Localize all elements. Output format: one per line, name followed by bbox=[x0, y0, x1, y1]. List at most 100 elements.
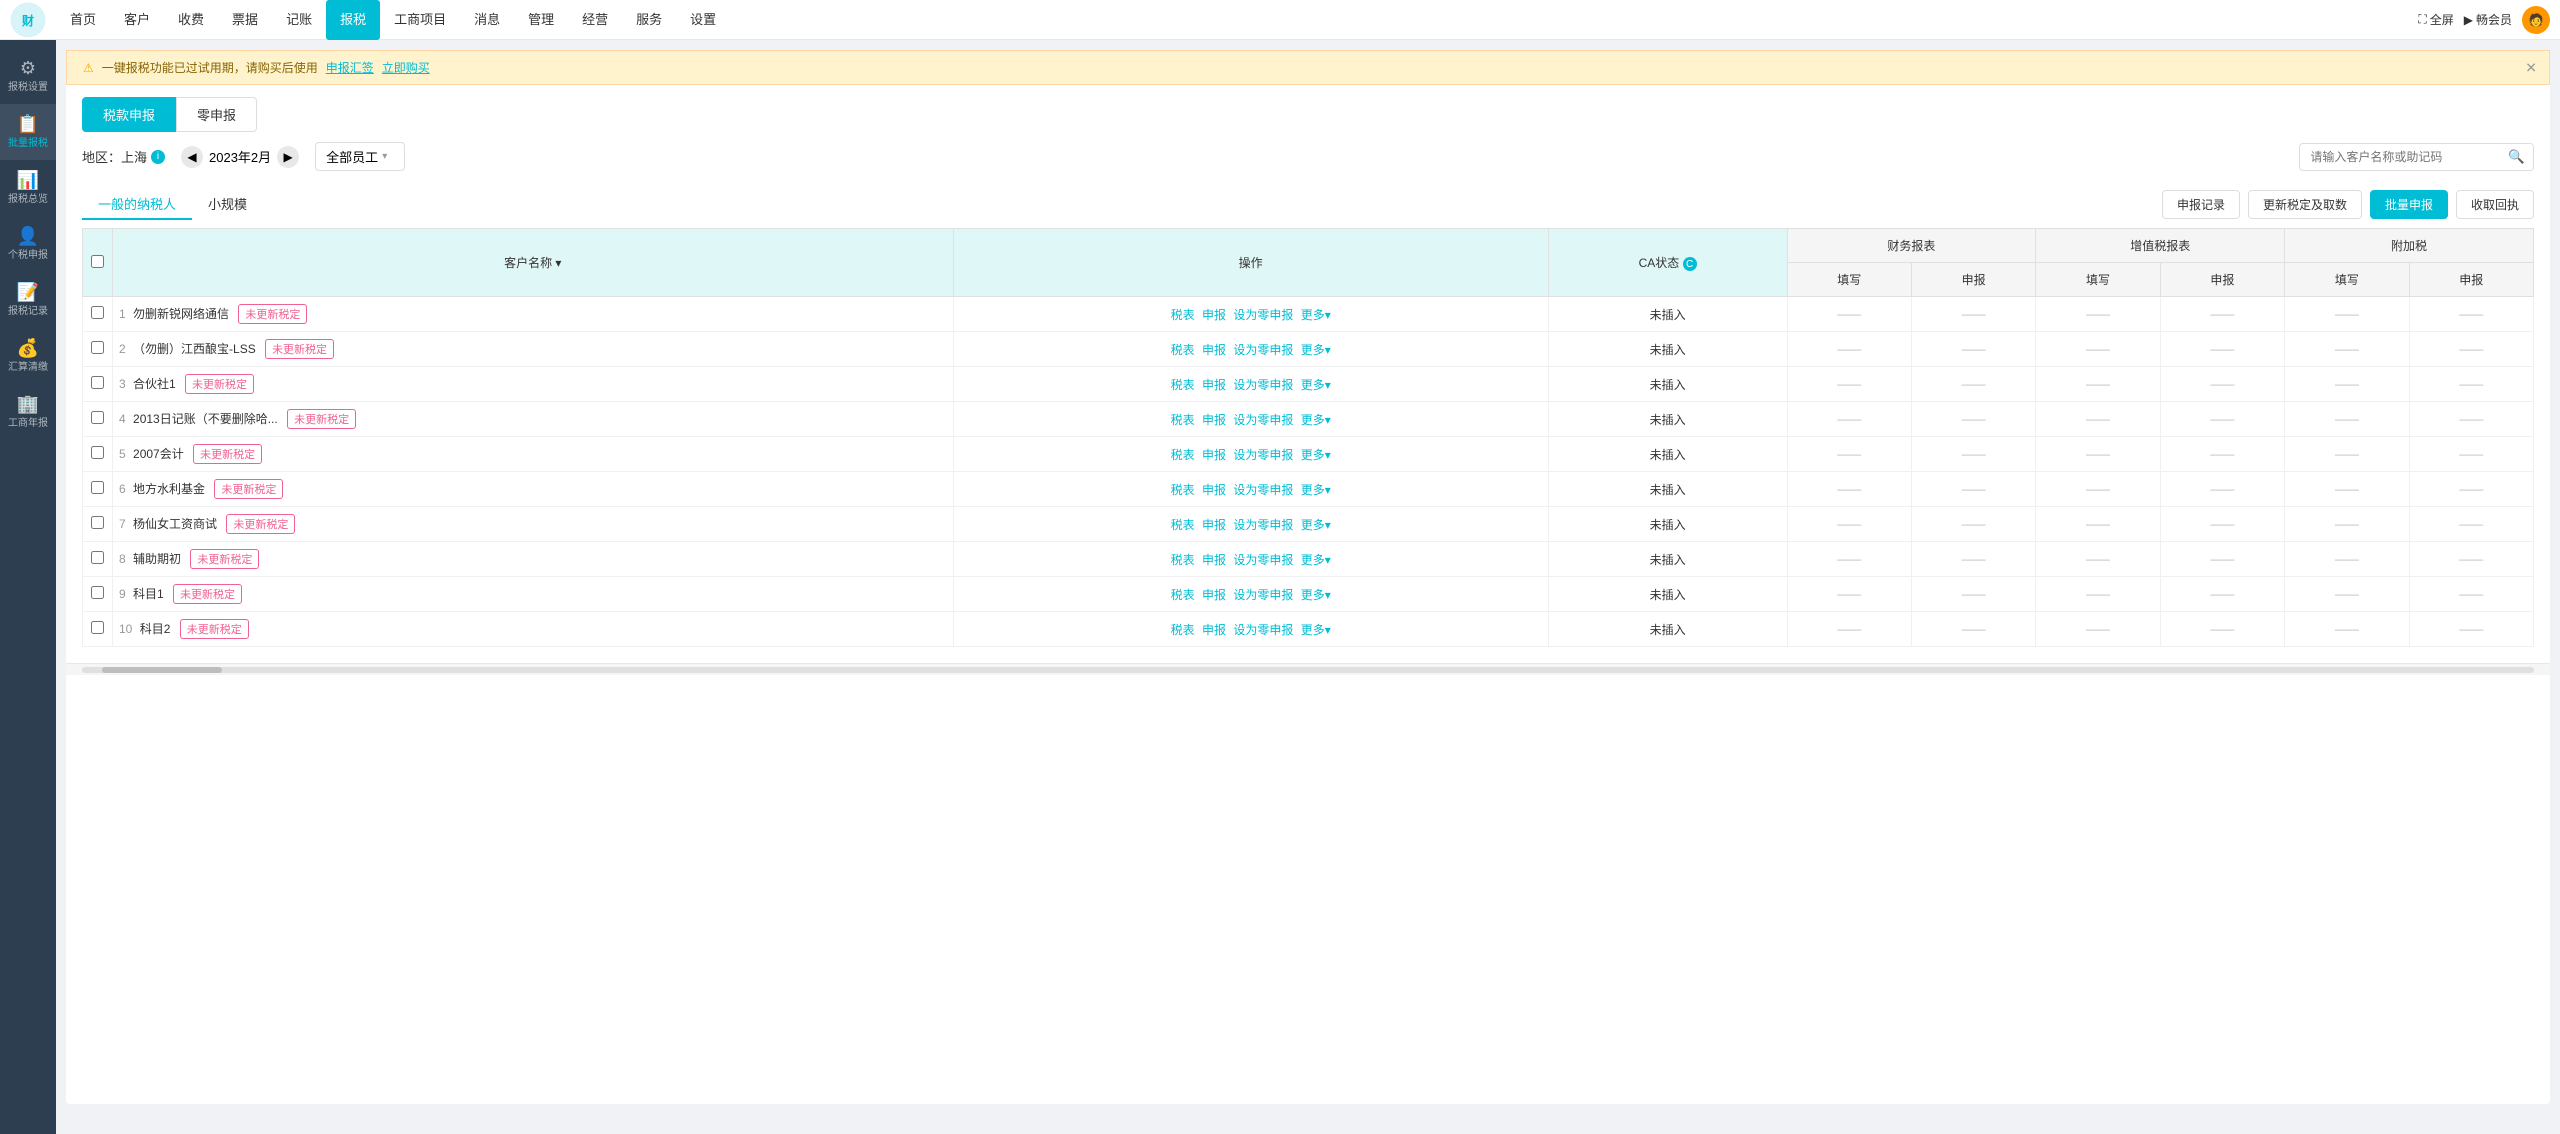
banner-close-button[interactable]: ✕ bbox=[2525, 59, 2537, 76]
main-tab-bar: 税款申报 零申报 bbox=[66, 85, 2550, 132]
sidebar-item-tax-overview[interactable]: 📊 报税总览 bbox=[0, 160, 56, 216]
nav-item-message[interactable]: 消息 bbox=[460, 0, 514, 40]
nav-item-operation[interactable]: 经营 bbox=[568, 0, 622, 40]
row-op-declare[interactable]: 申报 bbox=[1202, 518, 1226, 532]
nav-item-home[interactable]: 首页 bbox=[56, 0, 110, 40]
location-info-icon[interactable]: i bbox=[151, 150, 165, 164]
location-filter[interactable]: 地区：上海 i bbox=[82, 147, 165, 166]
employee-filter[interactable]: 全部员工 ▾ bbox=[315, 142, 405, 171]
row-op-tax-table[interactable]: 税表 bbox=[1171, 553, 1195, 567]
row-checkbox-9[interactable] bbox=[91, 621, 104, 634]
sidebar-item-batch-tax[interactable]: 📋 批量报税 bbox=[0, 104, 56, 160]
nav-item-business[interactable]: 工商项目 bbox=[380, 0, 460, 40]
date-prev-button[interactable]: ◀ bbox=[181, 146, 203, 168]
row-op-more[interactable]: 更多▾ bbox=[1301, 448, 1331, 462]
row-op-declare[interactable]: 申报 bbox=[1202, 623, 1226, 637]
row-op-tax-table[interactable]: 税表 bbox=[1171, 518, 1195, 532]
banner-buy-link[interactable]: 立即购买 bbox=[382, 59, 430, 76]
row-op-zero-declare[interactable]: 设为零申报 bbox=[1233, 413, 1293, 427]
tab-zero-declare[interactable]: 零申报 bbox=[176, 97, 257, 132]
update-tax-button[interactable]: 更新税定及取数 bbox=[2248, 190, 2362, 219]
row-checkbox-2[interactable] bbox=[91, 376, 104, 389]
row-op-declare[interactable]: 申报 bbox=[1202, 413, 1226, 427]
search-button[interactable]: 🔍 bbox=[2500, 144, 2533, 170]
sidebar-item-personal-tax[interactable]: 👤 个税申报 bbox=[0, 216, 56, 272]
row-op-zero-declare[interactable]: 设为零申报 bbox=[1233, 518, 1293, 532]
row-checkbox-0[interactable] bbox=[91, 306, 104, 319]
logo-icon[interactable]: 财 bbox=[10, 2, 46, 38]
row-op-tax-table[interactable]: 税表 bbox=[1171, 413, 1195, 427]
select-all-checkbox[interactable] bbox=[91, 255, 104, 268]
nav-item-manage[interactable]: 管理 bbox=[514, 0, 568, 40]
row-op-tax-table[interactable]: 税表 bbox=[1171, 378, 1195, 392]
batch-declare-button[interactable]: 批量申报 bbox=[2370, 190, 2448, 219]
row-op-zero-declare[interactable]: 设为零申报 bbox=[1233, 343, 1293, 357]
sidebar-item-tax-settings[interactable]: ⚙ 报税设置 bbox=[0, 48, 56, 104]
sidebar-item-tax-record[interactable]: 📝 报税记录 bbox=[0, 272, 56, 328]
row-op-declare[interactable]: 申报 bbox=[1202, 343, 1226, 357]
row-op-declare[interactable]: 申报 bbox=[1202, 553, 1226, 567]
sidebar-item-annual-settlement[interactable]: 💰 汇算清缴 bbox=[0, 328, 56, 384]
client-table: 客户名称 ▾ 操作 CA状态 C 财务报表 增值税报表 附加税 填写 申报 填写… bbox=[82, 228, 2534, 647]
nav-item-client[interactable]: 客户 bbox=[110, 0, 164, 40]
row-op-more[interactable]: 更多▾ bbox=[1301, 378, 1331, 392]
scroll-thumb[interactable] bbox=[102, 667, 222, 673]
row-op-zero-declare[interactable]: 设为零申报 bbox=[1233, 308, 1293, 322]
avatar[interactable]: 🧑 bbox=[2522, 6, 2550, 34]
row-op-declare[interactable]: 申报 bbox=[1202, 588, 1226, 602]
row-op-more[interactable]: 更多▾ bbox=[1301, 308, 1331, 322]
sidebar-item-annual-report[interactable]: 🏢 工商年报 bbox=[0, 384, 56, 440]
row-op-zero-declare[interactable]: 设为零申报 bbox=[1233, 553, 1293, 567]
row-op-tax-table[interactable]: 税表 bbox=[1171, 343, 1195, 357]
row-checkbox-7[interactable] bbox=[91, 551, 104, 564]
row-op-zero-declare[interactable]: 设为零申报 bbox=[1233, 588, 1293, 602]
row-op-more[interactable]: 更多▾ bbox=[1301, 413, 1331, 427]
collect-return-button[interactable]: 收取回执 bbox=[2456, 190, 2534, 219]
ca-info-icon[interactable]: C bbox=[1683, 257, 1697, 271]
row-checkbox-4[interactable] bbox=[91, 446, 104, 459]
banner-apply-link[interactable]: 申报汇签 bbox=[326, 59, 374, 76]
nav-item-service[interactable]: 服务 bbox=[622, 0, 676, 40]
row-op-tax-table[interactable]: 税表 bbox=[1171, 308, 1195, 322]
nav-item-billing[interactable]: 收费 bbox=[164, 0, 218, 40]
row-tax-fill: —— bbox=[2036, 577, 2160, 612]
row-checkbox-8[interactable] bbox=[91, 586, 104, 599]
sub-tab-small-scale[interactable]: 小规模 bbox=[192, 189, 263, 220]
row-op-more[interactable]: 更多▾ bbox=[1301, 518, 1331, 532]
nav-item-invoice[interactable]: 票据 bbox=[218, 0, 272, 40]
fullscreen-button[interactable]: ⛶ 全屏 bbox=[2418, 11, 2453, 28]
row-op-zero-declare[interactable]: 设为零申报 bbox=[1233, 378, 1293, 392]
row-op-more[interactable]: 更多▾ bbox=[1301, 553, 1331, 567]
row-checkbox-3[interactable] bbox=[91, 411, 104, 424]
row-op-zero-declare[interactable]: 设为零申报 bbox=[1233, 448, 1293, 462]
row-op-tax-table[interactable]: 税表 bbox=[1171, 448, 1195, 462]
search-input[interactable] bbox=[2300, 145, 2500, 169]
row-op-more[interactable]: 更多▾ bbox=[1301, 623, 1331, 637]
row-op-zero-declare[interactable]: 设为零申报 bbox=[1233, 483, 1293, 497]
row-op-more[interactable]: 更多▾ bbox=[1301, 483, 1331, 497]
tab-tax-declare[interactable]: 税款申报 bbox=[82, 97, 176, 132]
row-op-tax-table[interactable]: 税表 bbox=[1171, 623, 1195, 637]
horizontal-scrollbar[interactable] bbox=[66, 663, 2550, 675]
vip-button[interactable]: ▶ 畅会员 bbox=[2464, 11, 2512, 28]
declare-record-button[interactable]: 申报记录 bbox=[2162, 190, 2240, 219]
row-checkbox-5[interactable] bbox=[91, 481, 104, 494]
row-checkbox-6[interactable] bbox=[91, 516, 104, 529]
nav-item-bookkeeping[interactable]: 记账 bbox=[272, 0, 326, 40]
sort-icon[interactable]: ▾ bbox=[555, 256, 561, 270]
nav-item-tax[interactable]: 报税 bbox=[326, 0, 380, 40]
row-checkbox-1[interactable] bbox=[91, 341, 104, 354]
row-op-tax-table[interactable]: 税表 bbox=[1171, 588, 1195, 602]
row-op-declare[interactable]: 申报 bbox=[1202, 483, 1226, 497]
table-header-add-fill: 填写 bbox=[2285, 263, 2409, 297]
row-op-more[interactable]: 更多▾ bbox=[1301, 343, 1331, 357]
row-op-declare[interactable]: 申报 bbox=[1202, 378, 1226, 392]
sub-tab-general[interactable]: 一般的纳税人 bbox=[82, 189, 192, 220]
row-op-declare[interactable]: 申报 bbox=[1202, 448, 1226, 462]
row-op-zero-declare[interactable]: 设为零申报 bbox=[1233, 623, 1293, 637]
date-next-button[interactable]: ▶ bbox=[277, 146, 299, 168]
row-op-tax-table[interactable]: 税表 bbox=[1171, 483, 1195, 497]
row-op-declare[interactable]: 申报 bbox=[1202, 308, 1226, 322]
nav-item-settings[interactable]: 设置 bbox=[676, 0, 730, 40]
row-op-more[interactable]: 更多▾ bbox=[1301, 588, 1331, 602]
